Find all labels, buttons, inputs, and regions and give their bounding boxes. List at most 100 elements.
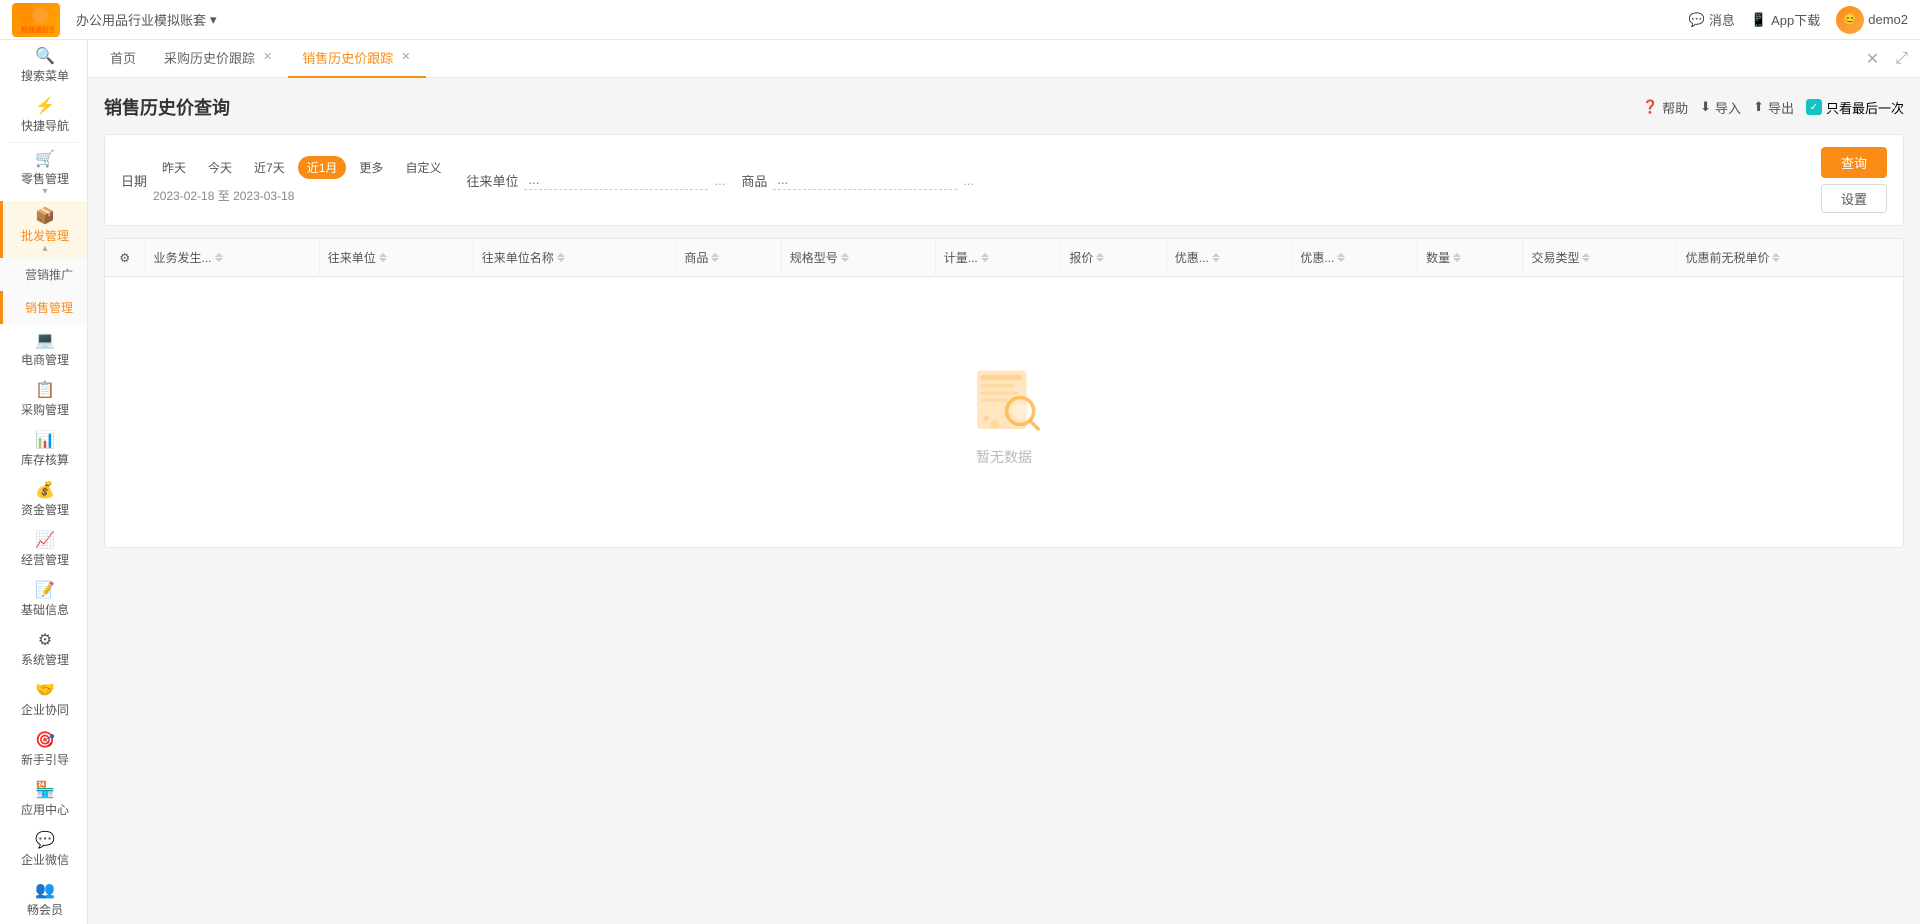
target-icon: 🎯 <box>35 730 55 750</box>
page-title: 销售历史价查询 <box>104 94 230 120</box>
help-icon: ❓ <box>1642 99 1658 115</box>
th-discount1[interactable]: 优惠... <box>1166 239 1292 277</box>
th-gear[interactable]: ⚙ <box>105 239 145 277</box>
store-icon: 🏪 <box>35 780 55 800</box>
th-spec[interactable]: 规格型号 <box>781 239 935 277</box>
sidebar-item-sales-mgmt[interactable]: 销售管理 <box>0 291 87 324</box>
table-container: ⚙ 业务发生... <box>104 238 1904 548</box>
table-header: ⚙ 业务发生... <box>105 239 1903 277</box>
only-last-checkbox-area[interactable]: ✓ 只看最后一次 <box>1806 98 1904 117</box>
expand-icon[interactable]: ⤢ <box>1891 46 1912 72</box>
tab-sales-history[interactable]: 销售历史价跟踪 ✕ <box>288 40 426 78</box>
account-dropdown[interactable]: 办公用品行业模拟账套 ▾ <box>68 6 225 33</box>
message-btn[interactable]: 💬 消息 <box>1689 10 1735 29</box>
import-icon: ⬇ <box>1700 99 1711 115</box>
sidebar-item-appstore[interactable]: 🏪 应用中心 <box>0 774 87 824</box>
sort-quantity-icon <box>1453 253 1461 262</box>
sidebar-item-basic[interactable]: 📝 基础信息 <box>0 574 87 624</box>
th-quantity[interactable]: 数量 <box>1418 239 1523 277</box>
date-btn-today[interactable]: 今天 <box>199 156 241 179</box>
topbar-right: 💬 消息 📱 App下载 😊 demo2 <box>1689 6 1908 34</box>
sidebar-item-ecommerce[interactable]: 💻 电商管理 <box>0 324 87 374</box>
th-quote[interactable]: 报价 <box>1061 239 1166 277</box>
sidebar-item-search[interactable]: 🔍 搜索菜单 <box>0 40 87 90</box>
th-pre-tax-price[interactable]: 优惠前无税单价 <box>1677 239 1903 277</box>
chevron-down-icon: ▾ <box>42 186 47 197</box>
message-icon: 💬 <box>1689 12 1705 28</box>
filter-buttons: 查询 设置 <box>1821 147 1887 213</box>
sidebar-item-finance[interactable]: 💰 资金管理 <box>0 474 87 524</box>
date-btn-1month[interactable]: 近1月 <box>298 156 347 179</box>
sidebar-item-inventory[interactable]: 📊 库存核算 <box>0 424 87 474</box>
avatar: 😊 <box>1836 6 1864 34</box>
goods-filter: 商品 ... <box>741 170 974 190</box>
th-discount2[interactable]: 优惠... <box>1292 239 1418 277</box>
close-tab-icon[interactable]: ✕ <box>1862 45 1883 73</box>
date-buttons: 昨天 今天 近7天 近1月 更多 自定义 <box>153 156 450 179</box>
only-last-checkbox[interactable]: ✓ <box>1806 99 1822 115</box>
sidebar-item-purchase[interactable]: 📋 采购管理 <box>0 374 87 424</box>
sidebar-item-newbie[interactable]: 🎯 新手引导 <box>0 724 87 774</box>
cart-icon: 🛒 <box>35 149 55 169</box>
table-body: 暂无数据 <box>105 277 1903 548</box>
sidebar-item-wholesale[interactable]: 📦 批发管理 ▴ <box>0 201 87 258</box>
help-btn[interactable]: ❓ 帮助 <box>1642 98 1688 117</box>
th-counterparty-name[interactable]: 往来单位名称 <box>473 239 676 277</box>
empty-state-cell: 暂无数据 <box>105 277 1903 548</box>
main-layout: 🔍 搜索菜单 ⚡ 快捷导航 🛒 零售管理 ▾ 📦 批发管理 ▴ 营销推广 销售管… <box>0 40 1920 924</box>
tab-sales-close-icon[interactable]: ✕ <box>399 51 412 64</box>
date-btn-more[interactable]: 更多 <box>350 156 392 179</box>
topbar: 畅捷通好生意 标准版 办公用品行业模拟账套 ▾ 💬 消息 📱 App下载 😊 d… <box>0 0 1920 40</box>
lightning-icon: ⚡ <box>35 96 55 116</box>
empty-text: 暂无数据 <box>976 447 1032 467</box>
export-btn[interactable]: ⬆ 导出 <box>1753 98 1794 117</box>
date-btn-yesterday[interactable]: 昨天 <box>153 156 195 179</box>
sidebar-item-system[interactable]: ⚙ 系统管理 <box>0 624 87 674</box>
page-content: 销售历史价查询 ❓ 帮助 ⬇ 导入 ⬆ 导出 ✓ <box>88 78 1920 924</box>
tab-purchase-close-icon[interactable]: ✕ <box>261 51 274 64</box>
page-header-actions: ❓ 帮助 ⬇ 导入 ⬆ 导出 ✓ 只看最后一次 <box>1642 98 1904 117</box>
tab-home[interactable]: 首页 <box>96 40 150 78</box>
empty-state: 暂无数据 <box>105 277 1903 547</box>
th-counterparty[interactable]: 往来单位 <box>319 239 473 277</box>
tab-home-label: 首页 <box>110 48 136 67</box>
query-button[interactable]: 查询 <box>1821 147 1887 178</box>
note-icon: 📝 <box>35 580 55 600</box>
chevron-up-icon: ▴ <box>42 243 47 254</box>
th-unit[interactable]: 计量... <box>935 239 1061 277</box>
wechat-icon: 💬 <box>35 830 55 850</box>
dropdown-arrow-icon: ▾ <box>210 12 217 28</box>
th-trans-type[interactable]: 交易类型 <box>1523 239 1677 277</box>
filter-row: 日期 昨天 今天 近7天 近1月 更多 自定义 2023-02-18 至 202… <box>121 147 1887 213</box>
counterparty-label: 往来单位 <box>466 171 518 190</box>
th-goods[interactable]: 商品 <box>676 239 781 277</box>
sidebar-item-wechat[interactable]: 💬 企业微信 <box>0 824 87 874</box>
sidebar-item-enterprise[interactable]: 🤝 企业协同 <box>0 674 87 724</box>
th-biz-date[interactable]: 业务发生... <box>145 239 319 277</box>
import-btn[interactable]: ⬇ 导入 <box>1700 98 1741 117</box>
sidebar: 🔍 搜索菜单 ⚡ 快捷导航 🛒 零售管理 ▾ 📦 批发管理 ▴ 营销推广 销售管… <box>0 40 88 924</box>
settings-button[interactable]: 设置 <box>1821 184 1887 213</box>
phone-icon: 📱 <box>1751 12 1767 28</box>
date-btn-custom[interactable]: 自定义 <box>396 156 450 179</box>
sort-counterparty-icon <box>379 253 387 262</box>
sidebar-item-retail[interactable]: 🛒 零售管理 ▾ <box>0 145 87 202</box>
empty-illustration <box>959 357 1049 447</box>
sidebar-divider-1 <box>8 142 79 143</box>
user-avatar-area[interactable]: 😊 demo2 <box>1836 6 1908 34</box>
sidebar-item-member[interactable]: 👥 畅会员 <box>0 874 87 924</box>
app-logo: 畅捷通好生意 标准版 <box>12 3 60 37</box>
gear-icon: ⚙ <box>38 630 52 650</box>
sidebar-item-marketing[interactable]: 营销推广 <box>0 258 87 291</box>
app-download-btn[interactable]: 📱 App下载 <box>1751 10 1820 29</box>
date-btn-7days[interactable]: 近7天 <box>245 156 294 179</box>
date-filter: 日期 昨天 今天 近7天 近1月 更多 自定义 2023-02-18 至 202… <box>121 156 450 204</box>
clipboard-icon: 📋 <box>35 380 55 400</box>
sort-trans-type-icon <box>1582 253 1590 262</box>
goods-input[interactable] <box>773 170 957 190</box>
sidebar-item-operation[interactable]: 📈 经营管理 <box>0 524 87 574</box>
counterparty-input[interactable] <box>524 170 708 190</box>
tab-purchase-history[interactable]: 采购历史价跟踪 ✕ <box>150 40 288 78</box>
sidebar-item-quicknav[interactable]: ⚡ 快捷导航 <box>0 90 87 140</box>
filter-bar: 日期 昨天 今天 近7天 近1月 更多 自定义 2023-02-18 至 202… <box>104 134 1904 226</box>
